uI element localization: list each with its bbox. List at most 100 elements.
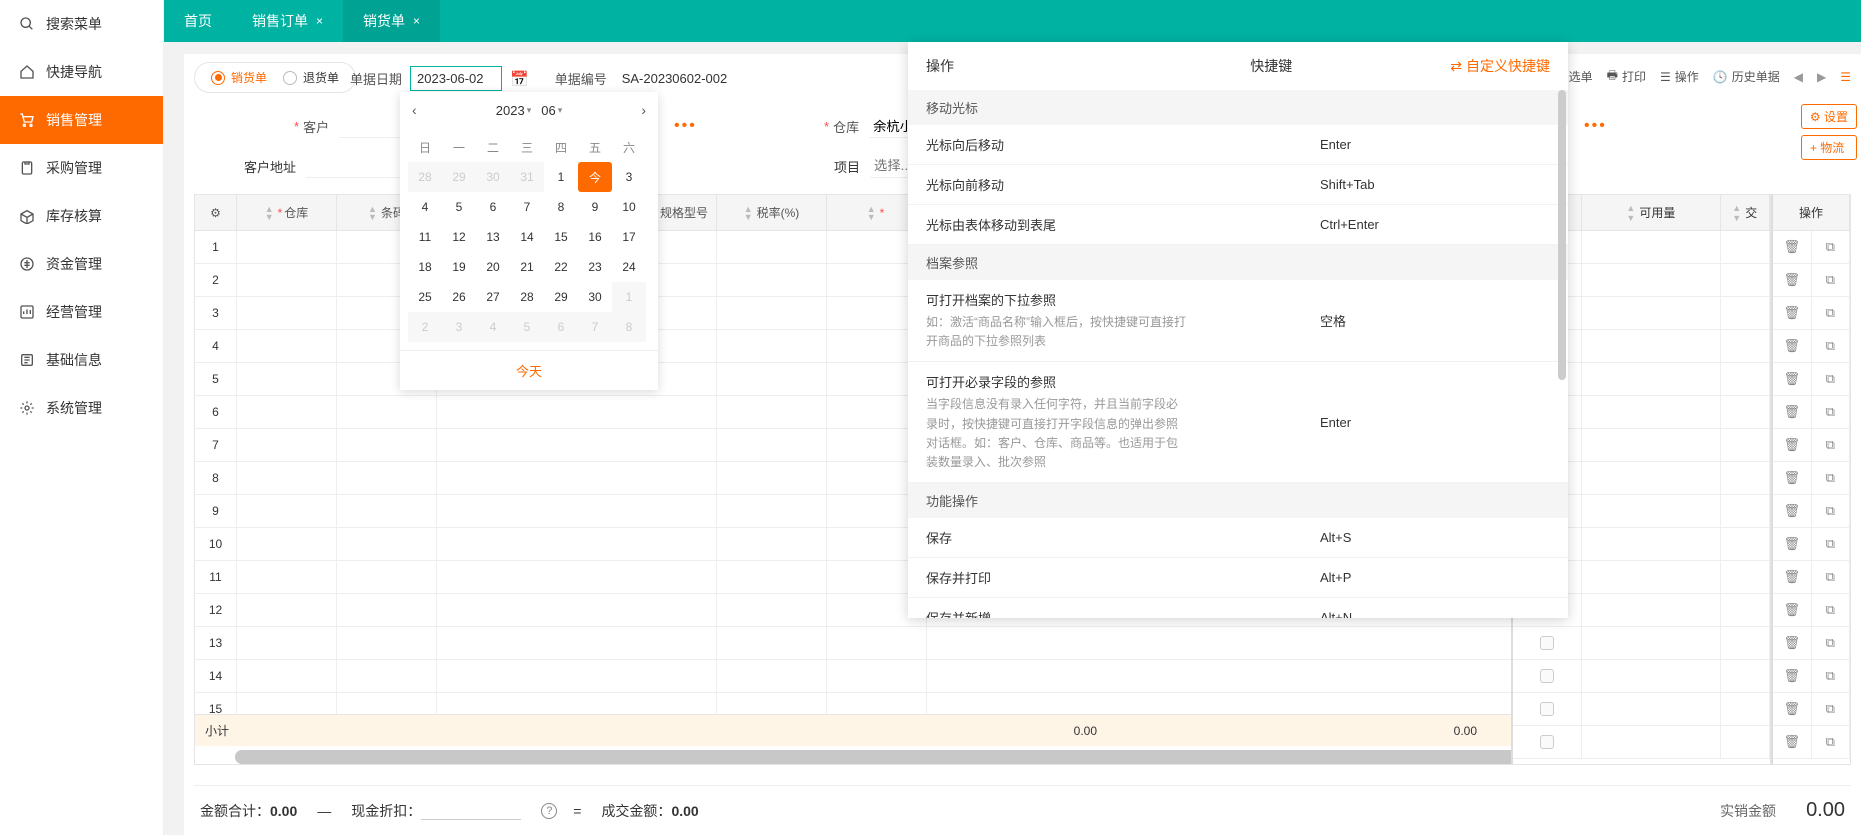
next-month[interactable]: ›	[641, 102, 646, 118]
delete-icon[interactable]: 🗑	[1783, 305, 1800, 321]
calendar-day[interactable]: 1	[612, 282, 646, 312]
gift-checkbox[interactable]	[1540, 636, 1554, 650]
calendar-day[interactable]: 25	[408, 282, 442, 312]
copy-icon[interactable]: ⧉	[1826, 371, 1835, 387]
calendar-day[interactable]: 7	[510, 192, 544, 222]
delete-icon[interactable]: 🗑	[1783, 503, 1800, 519]
tab-sales-order[interactable]: 销售订单×	[232, 0, 343, 42]
calendar-day[interactable]: 17	[612, 222, 646, 252]
gift-checkbox[interactable]	[1540, 702, 1554, 716]
calendar-day[interactable]: 15	[544, 222, 578, 252]
tab-home[interactable]: 首页	[164, 0, 232, 42]
delete-icon[interactable]: 🗑	[1783, 239, 1800, 255]
vertical-scrollbar[interactable]	[1558, 90, 1566, 618]
chevron-left-icon[interactable]: ◀	[1794, 70, 1803, 84]
calendar-day[interactable]: 12	[442, 222, 476, 252]
more-dots[interactable]: •••	[674, 117, 697, 135]
delete-icon[interactable]: 🗑	[1783, 437, 1800, 453]
calendar-day[interactable]: 20	[476, 252, 510, 282]
sidebar-item-funds[interactable]: 资金管理	[0, 240, 163, 288]
operate-button[interactable]: ☰操作	[1660, 68, 1699, 85]
calendar-day[interactable]: 31	[510, 162, 544, 192]
calendar-day[interactable]: 18	[408, 252, 442, 282]
calendar-day[interactable]: 24	[612, 252, 646, 282]
delete-icon[interactable]: 🗑	[1783, 338, 1800, 354]
delete-icon[interactable]: 🗑	[1783, 701, 1800, 717]
scrollbar-thumb[interactable]	[235, 750, 1542, 764]
copy-icon[interactable]: ⧉	[1826, 470, 1835, 486]
close-icon[interactable]: ×	[413, 14, 420, 28]
calendar-day[interactable]: 30	[578, 282, 612, 312]
copy-icon[interactable]: ⧉	[1826, 272, 1835, 288]
calendar-day[interactable]: 29	[442, 162, 476, 192]
copy-icon[interactable]: ⧉	[1826, 536, 1835, 552]
radio-return[interactable]: 退货单	[283, 69, 339, 86]
calendar-day[interactable]: 1	[544, 162, 578, 192]
year-select[interactable]: 2023	[496, 103, 531, 118]
calendar-day[interactable]: 26	[442, 282, 476, 312]
month-select[interactable]: 06	[541, 103, 562, 118]
help-icon[interactable]: ?	[541, 803, 557, 819]
sidebar-item-inventory[interactable]: 库存核算	[0, 192, 163, 240]
prev-month[interactable]: ‹	[412, 102, 417, 118]
custom-hotkey-button[interactable]: ⇄自定义快捷键	[1450, 56, 1550, 76]
menu-icon[interactable]: ☰	[1840, 70, 1851, 84]
calendar-day[interactable]: 16	[578, 222, 612, 252]
calendar-day[interactable]: 3	[442, 312, 476, 342]
calendar-day[interactable]: 4	[476, 312, 510, 342]
delete-icon[interactable]: 🗑	[1783, 668, 1800, 684]
chevron-right-icon[interactable]: ▶	[1817, 70, 1826, 84]
today-button[interactable]: 今天	[400, 350, 658, 390]
col-rate[interactable]: ▲▼税率(%)	[717, 195, 827, 230]
calendar-day[interactable]: 22	[544, 252, 578, 282]
radio-sale[interactable]: 销货单	[211, 69, 267, 86]
calendar-day[interactable]: 14	[510, 222, 544, 252]
copy-icon[interactable]: ⧉	[1826, 239, 1835, 255]
calendar-day[interactable]: 5	[442, 192, 476, 222]
sidebar-item-business[interactable]: 经营管理	[0, 288, 163, 336]
delete-icon[interactable]: 🗑	[1783, 272, 1800, 288]
cash-input[interactable]	[421, 804, 521, 820]
date-input[interactable]: 2023-06-02	[410, 66, 502, 91]
copy-icon[interactable]: ⧉	[1826, 437, 1835, 453]
settings-button[interactable]: ⚙ 设置	[1801, 104, 1857, 129]
delete-icon[interactable]: 🗑	[1783, 371, 1800, 387]
sidebar-item-sales[interactable]: 销售管理	[0, 96, 163, 144]
calendar-icon[interactable]: 📅	[510, 70, 529, 88]
calendar-day[interactable]: 29	[544, 282, 578, 312]
calendar-day[interactable]: 8	[544, 192, 578, 222]
col-deliver[interactable]: ▲▼交	[1721, 195, 1770, 230]
delete-icon[interactable]: 🗑	[1783, 569, 1800, 585]
col-gear[interactable]: ⚙	[195, 195, 237, 230]
calendar-day[interactable]: 30	[476, 162, 510, 192]
print-button[interactable]: 🖶打印	[1607, 66, 1646, 87]
copy-icon[interactable]: ⧉	[1826, 404, 1835, 420]
col-avail[interactable]: ▲▼可用量	[1582, 195, 1720, 230]
calendar-day[interactable]: 7	[578, 312, 612, 342]
calendar-day[interactable]: 4	[408, 192, 442, 222]
calendar-day[interactable]: 6	[476, 192, 510, 222]
close-icon[interactable]: ×	[316, 14, 323, 28]
calendar-day[interactable]: 27	[476, 282, 510, 312]
copy-icon[interactable]: ⧉	[1826, 668, 1835, 684]
gift-checkbox[interactable]	[1540, 735, 1554, 749]
calendar-day[interactable]: 5	[510, 312, 544, 342]
calendar-day[interactable]: 3	[612, 162, 646, 192]
calendar-day[interactable]: 8	[612, 312, 646, 342]
sidebar-item-purchase[interactable]: 采购管理	[0, 144, 163, 192]
calendar-day[interactable]: 21	[510, 252, 544, 282]
sidebar-item-search[interactable]: 搜索菜单	[0, 0, 163, 48]
sidebar-item-quicknav[interactable]: 快捷导航	[0, 48, 163, 96]
copy-icon[interactable]: ⧉	[1826, 734, 1835, 750]
sidebar-item-basic[interactable]: 基础信息	[0, 336, 163, 384]
copy-icon[interactable]: ⧉	[1826, 305, 1835, 321]
copy-icon[interactable]: ⧉	[1826, 701, 1835, 717]
calendar-day[interactable]: 13	[476, 222, 510, 252]
delete-icon[interactable]: 🗑	[1783, 470, 1800, 486]
calendar-day[interactable]: 2	[408, 312, 442, 342]
calendar-day[interactable]: 11	[408, 222, 442, 252]
calendar-day[interactable]: 28	[408, 162, 442, 192]
copy-icon[interactable]: ⧉	[1826, 602, 1835, 618]
calendar-day[interactable]: 28	[510, 282, 544, 312]
delete-icon[interactable]: 🗑	[1783, 602, 1800, 618]
